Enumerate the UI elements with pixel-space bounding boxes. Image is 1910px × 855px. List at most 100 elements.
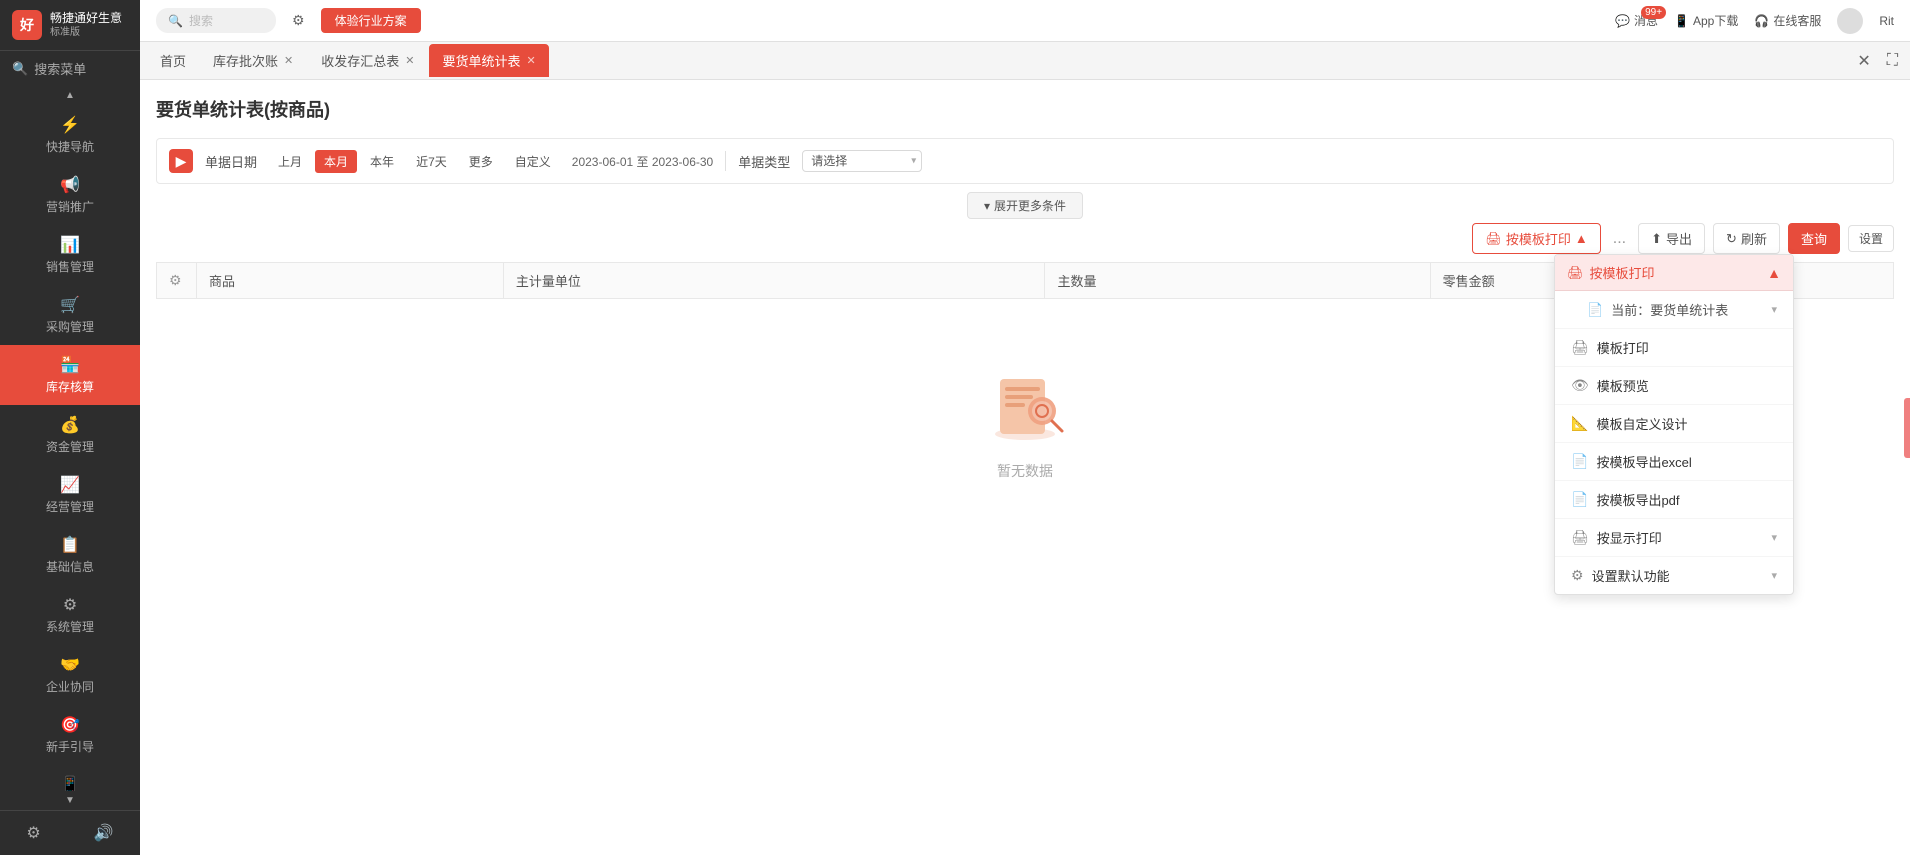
tab-close-inventory-batch[interactable]: ✕ bbox=[284, 54, 293, 67]
close-tab-btn[interactable]: ✕ bbox=[1853, 47, 1874, 75]
message-icon: 💬 bbox=[1615, 14, 1630, 28]
sidebar-item-operation[interactable]: 📈 经营管理 bbox=[0, 465, 140, 525]
print-dropdown: 🖨 按模板打印 ▲ 📄 当前：要货单统计表 ▾ 🖨 模板打印 👁 模板预览 bbox=[1554, 254, 1794, 595]
maximize-tab-btn[interactable]: ⛶ bbox=[1883, 48, 1902, 74]
sidebar-item-inventory[interactable]: 🏪 库存核算 bbox=[0, 345, 140, 405]
date-btn-week[interactable]: 近7天 bbox=[407, 150, 456, 173]
sidebar-item-sales[interactable]: 📊 销售管理 bbox=[0, 225, 140, 285]
search-menu[interactable]: 🔍 搜索菜单 bbox=[0, 51, 140, 86]
date-btn-prev[interactable]: 上月 bbox=[269, 150, 311, 173]
filter-expand-button[interactable]: ▶ bbox=[169, 149, 193, 173]
sidebar-item-system[interactable]: ⚙ 系统管理 bbox=[0, 585, 140, 645]
date-btn-year[interactable]: 本年 bbox=[361, 150, 403, 173]
username-label: Rit bbox=[1879, 14, 1894, 28]
sidebar-item-finance[interactable]: 💰 资金管理 bbox=[0, 405, 140, 465]
tabbar-right: ✕ ⛶ bbox=[1853, 47, 1902, 75]
topbar-search[interactable]: 🔍 搜索 bbox=[156, 8, 276, 33]
sidebar-item-newbie[interactable]: 🎯 新手引导 bbox=[0, 705, 140, 765]
sidebar-audio-btn[interactable]: 🔊 bbox=[86, 819, 122, 847]
sidebar-item-marketing[interactable]: 📢 营销推广 bbox=[0, 165, 140, 225]
app-download-link[interactable]: 📱 App下载 bbox=[1674, 12, 1738, 29]
operation-icon: 📈 bbox=[60, 475, 80, 495]
sidebar-item-basic[interactable]: 📋 基础信息 bbox=[0, 525, 140, 585]
inventory-icon: 🏪 bbox=[60, 355, 80, 375]
corp-icon: 🤝 bbox=[60, 655, 80, 675]
messages-badge[interactable]: 💬 消息 99+ bbox=[1615, 12, 1658, 29]
type-label: 单据类型 bbox=[738, 152, 790, 171]
print-template-button[interactable]: 🖨 按模板打印 ▲ bbox=[1472, 223, 1600, 254]
main-area: 🔍 搜索 ⚙ 体验行业方案 💬 消息 99+ 📱 App下载 🎧 在线客服 Ri… bbox=[140, 0, 1910, 855]
system-icon: ⚙ bbox=[63, 595, 77, 615]
sidebar-item-apps[interactable]: 📱 应用中心 bbox=[0, 765, 140, 791]
table-header-unit: 主计量单位 bbox=[503, 263, 1045, 299]
scroll-handle[interactable] bbox=[1904, 398, 1910, 458]
logo-icon: 好 bbox=[12, 10, 42, 40]
sidebar-scroll-down[interactable]: ▼ bbox=[0, 791, 140, 810]
tab-close-order-summary[interactable]: ✕ bbox=[527, 54, 536, 67]
sidebar-scroll-up[interactable]: ▲ bbox=[0, 86, 140, 105]
app-name: 畅捷通好生意 标准版 bbox=[50, 11, 122, 40]
trial-button[interactable]: 体验行业方案 bbox=[321, 8, 421, 33]
tabbar: 首页 库存批次账 ✕ 收发存汇总表 ✕ 要货单统计表 ✕ ✕ ⛶ bbox=[140, 42, 1910, 80]
table-header-product: 商品 bbox=[197, 263, 504, 299]
empty-icon bbox=[980, 359, 1070, 449]
sidebar-item-shortcut[interactable]: ⚡ 快捷导航 bbox=[0, 105, 140, 165]
tab-home[interactable]: 首页 bbox=[148, 45, 198, 76]
print-dropdown-display-print[interactable]: 🖨 按显示打印 ▾ bbox=[1555, 519, 1793, 557]
tab-close-receivable-summary[interactable]: ✕ bbox=[405, 54, 414, 67]
date-range-label: 2023-06-01 至 2023-06-30 bbox=[572, 153, 713, 170]
topbar-search-icon: 🔍 bbox=[168, 14, 183, 28]
print-dropdown-current[interactable]: 📄 当前：要货单统计表 ▾ bbox=[1555, 291, 1793, 329]
print-dropdown-template-pdf[interactable]: 📄 按模板导出pdf bbox=[1555, 481, 1793, 519]
template-pdf-icon: 📄 bbox=[1571, 491, 1588, 508]
tab-inventory-batch[interactable]: 库存批次账 ✕ bbox=[200, 44, 306, 77]
page-title: 要货单统计表(按商品) bbox=[156, 96, 1894, 122]
print-dropdown-template-preview[interactable]: 👁 模板预览 bbox=[1555, 367, 1793, 405]
date-filter-buttons: 上月 本月 本年 近7天 更多 自定义 bbox=[269, 150, 560, 173]
tab-receivable-summary[interactable]: 收发存汇总表 ✕ bbox=[308, 44, 427, 77]
sidebar-item-purchase[interactable]: 🛒 采购管理 bbox=[0, 285, 140, 345]
refresh-icon: ↻ bbox=[1726, 231, 1737, 247]
table-header-settings: ⚙ bbox=[157, 263, 197, 299]
current-template-expand-icon: ▾ bbox=[1771, 303, 1777, 316]
query-button[interactable]: 查询 bbox=[1788, 223, 1840, 254]
print-dropdown-template-print[interactable]: 🖨 模板打印 bbox=[1555, 329, 1793, 367]
toolbar-dots[interactable]: ... bbox=[1609, 226, 1630, 252]
table-gear-icon[interactable]: ⚙ bbox=[169, 272, 182, 288]
online-service-link[interactable]: 🎧 在线客服 bbox=[1754, 12, 1821, 29]
basic-icon: 📋 bbox=[60, 535, 80, 555]
display-print-expand-icon: ▾ bbox=[1771, 531, 1777, 544]
headset-icon: 🎧 bbox=[1754, 14, 1769, 28]
print-dropdown-title: 🖨 按模板打印 bbox=[1567, 263, 1655, 282]
filter-bar: ▶ 单据日期 上月 本月 本年 近7天 更多 自定义 2023-06-01 至 … bbox=[156, 138, 1894, 184]
template-excel-icon: 📄 bbox=[1571, 453, 1588, 470]
display-print-icon: 🖨 bbox=[1571, 529, 1589, 546]
apps-icon: 📱 bbox=[60, 775, 80, 791]
print-dropdown-template-excel[interactable]: 📄 按模板导出excel bbox=[1555, 443, 1793, 481]
topbar-right: 💬 消息 99+ 📱 App下载 🎧 在线客服 Rit bbox=[1615, 8, 1894, 34]
print-dropdown-collapse-icon[interactable]: ▲ bbox=[1767, 265, 1781, 281]
app-download-icon: 📱 bbox=[1674, 14, 1689, 28]
date-btn-custom[interactable]: 自定义 bbox=[506, 150, 560, 173]
print-arrow-up-icon: ▲ bbox=[1575, 231, 1588, 246]
template-preview-icon: 👁 bbox=[1571, 377, 1589, 394]
topbar-gear-icon[interactable]: ⚙ bbox=[288, 8, 309, 33]
print-dropdown-default-func[interactable]: ⚙ 设置默认功能 ▾ bbox=[1555, 557, 1793, 594]
date-btn-more[interactable]: 更多 bbox=[460, 150, 502, 173]
avatar[interactable] bbox=[1837, 8, 1863, 34]
settings-button[interactable]: 设置 bbox=[1848, 225, 1894, 252]
tab-order-summary[interactable]: 要货单统计表 ✕ bbox=[429, 44, 548, 77]
toolbar: 🖨 按模板打印 ▲ ... ⬆ 导出 ↻ 刷新 查询 设置 🖨 按模板打印 bbox=[156, 223, 1894, 254]
date-btn-current[interactable]: 本月 bbox=[315, 150, 357, 173]
sidebar-item-corp[interactable]: 🤝 企业协同 bbox=[0, 645, 140, 705]
print-dropdown-template-design[interactable]: 📐 模板自定义设计 bbox=[1555, 405, 1793, 443]
expand-more-area: ▾ 展开更多条件 bbox=[156, 192, 1894, 219]
sidebar-settings-btn[interactable]: ⚙ bbox=[18, 819, 48, 847]
export-button[interactable]: ⬆ 导出 bbox=[1638, 223, 1705, 254]
date-label: 单据日期 bbox=[205, 152, 257, 171]
type-select[interactable]: 请选择 bbox=[802, 150, 922, 172]
expand-more-button[interactable]: ▾ 展开更多条件 bbox=[967, 192, 1083, 219]
refresh-button[interactable]: ↻ 刷新 bbox=[1713, 223, 1780, 254]
finance-icon: 💰 bbox=[60, 415, 80, 435]
current-template-icon: 📄 bbox=[1587, 302, 1603, 318]
